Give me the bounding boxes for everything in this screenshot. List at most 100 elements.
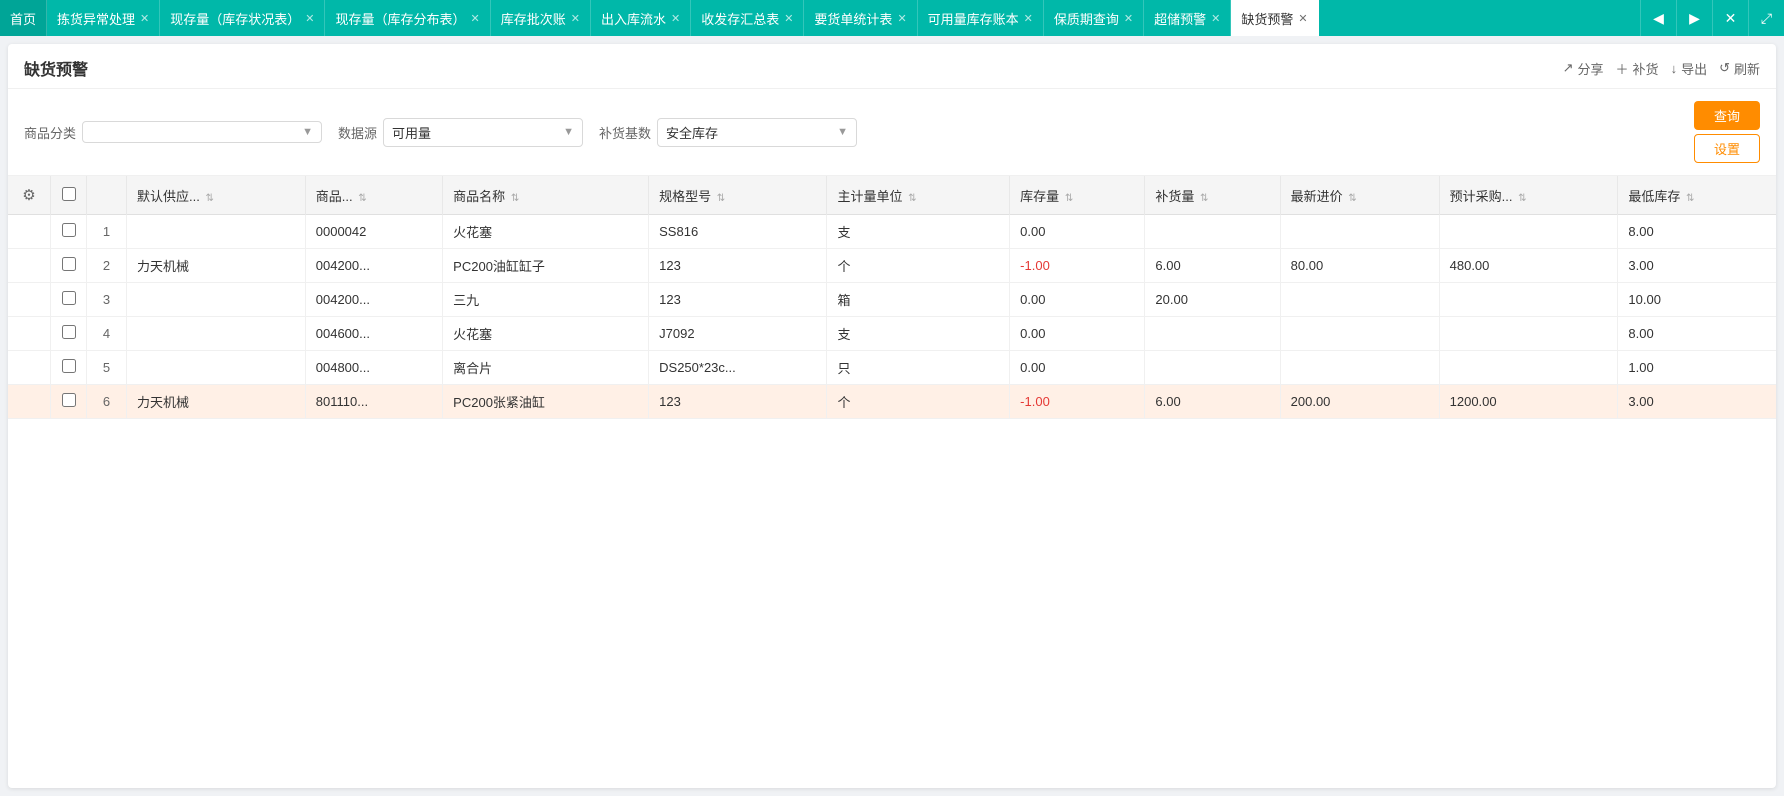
nav-tab-inout[interactable]: 出入库流水 ✕ xyxy=(591,0,691,36)
row-supplier-4 xyxy=(127,351,306,385)
row-min-stock-0: 8.00 xyxy=(1618,215,1776,249)
replenish-base-value: 安全库存 xyxy=(666,123,718,142)
share-button[interactable]: ↗ 分享 xyxy=(1563,59,1604,78)
nav-fullscreen-button[interactable]: ⤢ xyxy=(1748,0,1784,36)
row-checkbox-2[interactable] xyxy=(62,291,76,305)
close-tab-stock-dist[interactable]: ✕ xyxy=(471,12,480,25)
col-stock-header[interactable]: 库存量 ⇅ xyxy=(1010,176,1145,215)
row-check-1[interactable] xyxy=(51,249,87,283)
row-num-3: 4 xyxy=(87,317,127,351)
datasource-chevron-icon: ▼ xyxy=(563,126,574,138)
row-latest-price-5: 200.00 xyxy=(1280,385,1439,419)
close-tab-abnormal[interactable]: ✕ xyxy=(140,12,149,25)
row-check-4[interactable] xyxy=(51,351,87,385)
nav-tab-expiry[interactable]: 保质期查询 ✕ xyxy=(1044,0,1144,36)
col-spec-header[interactable]: 规格型号 ⇅ xyxy=(649,176,827,215)
header-actions: ↗ 分享 ＋ 补货 ↓ 导出 ↺ 刷新 xyxy=(1563,59,1760,78)
row-check-3[interactable] xyxy=(51,317,87,351)
close-tab-shortage[interactable]: ✕ xyxy=(1298,12,1307,25)
row-check-5[interactable] xyxy=(51,385,87,419)
replenish-base-select[interactable]: 安全库存 ▼ xyxy=(657,118,857,147)
close-tab-requisition[interactable]: ✕ xyxy=(897,12,906,25)
row-num-0: 1 xyxy=(87,215,127,249)
nav-tab-overstock[interactable]: 超储预警 ✕ xyxy=(1144,0,1231,36)
filter-bar: 商品分类 ▼ 数据源 可用量 ▼ 补货基数 安全库存 ▼ 查询 设置 xyxy=(8,89,1776,176)
row-checkbox-4[interactable] xyxy=(62,359,76,373)
replenish-button[interactable]: ＋ 补货 xyxy=(1616,59,1659,78)
row-unit-5: 个 xyxy=(827,385,1010,419)
close-tab-inout[interactable]: ✕ xyxy=(671,12,680,25)
settings-button[interactable]: 设置 xyxy=(1694,134,1760,163)
row-est-purchase-0 xyxy=(1439,215,1618,249)
row-spec-3: J7092 xyxy=(649,317,827,351)
close-tab-available[interactable]: ✕ xyxy=(1024,12,1033,25)
row-check-2[interactable] xyxy=(51,283,87,317)
close-tab-batch[interactable]: ✕ xyxy=(571,12,580,25)
table-row: 3 004200... 三九 123 箱 0.00 20.00 10.00 xyxy=(8,283,1776,317)
col-unit-header[interactable]: 主计量单位 ⇅ xyxy=(827,176,1010,215)
col-latest-price-header[interactable]: 最新进价 ⇅ xyxy=(1280,176,1439,215)
row-spec-4: DS250*23c... xyxy=(649,351,827,385)
row-spec-2: 123 xyxy=(649,283,827,317)
nav-next-button[interactable]: ▶ xyxy=(1676,0,1712,36)
datasource-select[interactable]: 可用量 ▼ xyxy=(383,118,583,147)
refresh-icon: ↺ xyxy=(1719,60,1730,76)
col-replenish-header[interactable]: 补货量 ⇅ xyxy=(1145,176,1280,215)
row-unit-0: 支 xyxy=(827,215,1010,249)
row-checkbox-3[interactable] xyxy=(62,325,76,339)
col-supplier-header[interactable]: 默认供应... ⇅ xyxy=(127,176,306,215)
export-button[interactable]: ↓ 导出 xyxy=(1671,59,1708,78)
nav-tab-available[interactable]: 可用量库存账本 ✕ xyxy=(918,0,1044,36)
nav-close-button[interactable]: ✕ xyxy=(1712,0,1748,36)
close-tab-stock-status[interactable]: ✕ xyxy=(305,12,314,25)
col-min-stock-header[interactable]: 最低库存 ⇅ xyxy=(1618,176,1776,215)
col-goods-code-header[interactable]: 商品... ⇅ xyxy=(305,176,442,215)
row-check-0[interactable] xyxy=(51,215,87,249)
col-num-header xyxy=(87,176,127,215)
table-body: 1 0000042 火花塞 SS816 支 0.00 8.00 2 力天机械 0… xyxy=(8,215,1776,419)
col-settings: ⚙ xyxy=(8,176,51,215)
nav-tab-stock-dist[interactable]: 现存量（库存分布表） ✕ xyxy=(325,0,490,36)
row-supplier-2 xyxy=(127,283,306,317)
row-supplier-5: 力天机械 xyxy=(127,385,306,419)
check-all-checkbox[interactable] xyxy=(62,187,76,201)
row-min-stock-5: 3.00 xyxy=(1618,385,1776,419)
close-tab-overstock[interactable]: ✕ xyxy=(1211,12,1220,25)
row-checkbox-0[interactable] xyxy=(62,223,76,237)
column-settings-icon[interactable]: ⚙ xyxy=(18,184,40,206)
table-header-row: ⚙ 默认供应... ⇅ 商品... ⇅ 商品名称 xyxy=(8,176,1776,215)
row-est-purchase-1: 480.00 xyxy=(1439,249,1618,283)
nav-tab-shortage[interactable]: 缺货预警 ✕ xyxy=(1231,0,1318,36)
row-checkbox-5[interactable] xyxy=(62,393,76,407)
datasource-label: 数据源 xyxy=(338,123,377,142)
close-tab-collect[interactable]: ✕ xyxy=(784,12,793,25)
row-unit-2: 箱 xyxy=(827,283,1010,317)
row-est-purchase-5: 1200.00 xyxy=(1439,385,1618,419)
category-select[interactable]: ▼ xyxy=(82,121,322,143)
refresh-button[interactable]: ↺ 刷新 xyxy=(1719,59,1760,78)
close-tab-expiry[interactable]: ✕ xyxy=(1124,12,1133,25)
row-supplier-1: 力天机械 xyxy=(127,249,306,283)
nav-tab-collect[interactable]: 收发存汇总表 ✕ xyxy=(691,0,804,36)
row-goods-name-3: 火花塞 xyxy=(443,317,649,351)
nav-tab-home[interactable]: 首页 xyxy=(0,0,47,36)
col-goods-name-header[interactable]: 商品名称 ⇅ xyxy=(443,176,649,215)
col-est-purchase-header[interactable]: 预计采购... ⇅ xyxy=(1439,176,1618,215)
nav-tab-abnormal[interactable]: 拣货异常处理 ✕ xyxy=(47,0,160,36)
row-goods-code-3: 004600... xyxy=(305,317,442,351)
nav-tab-stock-status[interactable]: 现存量（库存状况表） ✕ xyxy=(160,0,325,36)
row-settings-0 xyxy=(8,215,51,249)
page-title: 缺货预警 xyxy=(24,56,1563,80)
export-icon: ↓ xyxy=(1671,61,1678,76)
row-unit-1: 个 xyxy=(827,249,1010,283)
nav-tab-requisition[interactable]: 要货单统计表 ✕ xyxy=(804,0,917,36)
row-spec-0: SS816 xyxy=(649,215,827,249)
query-button[interactable]: 查询 xyxy=(1694,101,1760,130)
nav-tab-batch[interactable]: 库存批次账 ✕ xyxy=(491,0,591,36)
row-goods-code-4: 004800... xyxy=(305,351,442,385)
supplier-sort-icon: ⇅ xyxy=(205,193,213,204)
row-checkbox-1[interactable] xyxy=(62,257,76,271)
row-est-purchase-3 xyxy=(1439,317,1618,351)
row-stock-1: -1.00 xyxy=(1010,249,1145,283)
nav-prev-button[interactable]: ◀ xyxy=(1640,0,1676,36)
